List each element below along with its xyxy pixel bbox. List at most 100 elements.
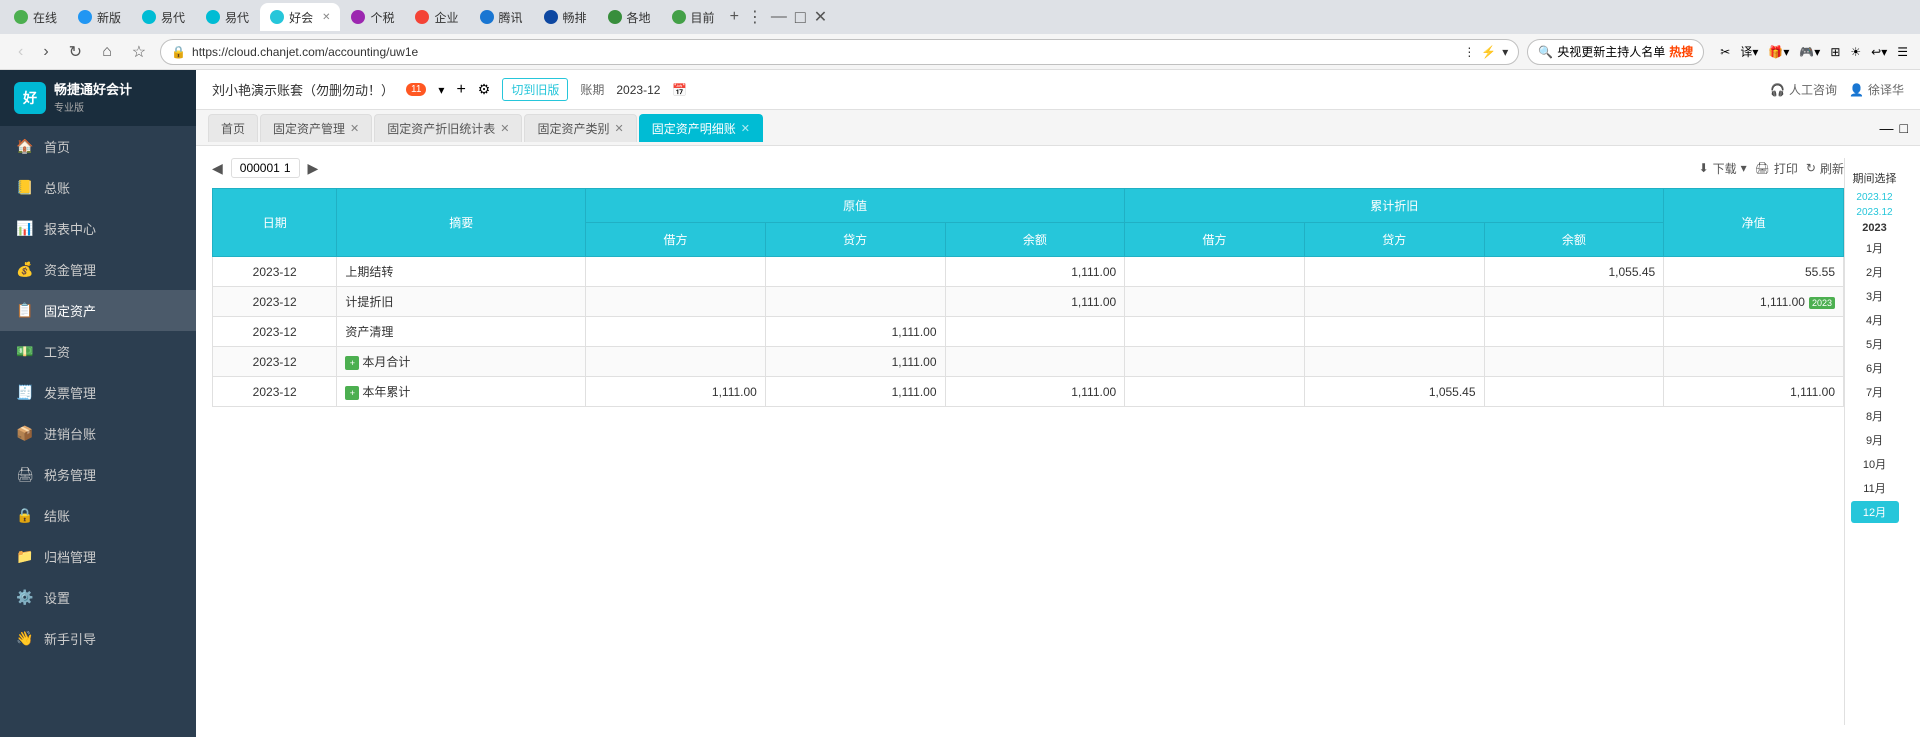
period-month-10[interactable]: 10月 [1851, 453, 1899, 475]
sidebar-item-发票管理[interactable]: 🧾发票管理 [0, 372, 196, 413]
period-month-7[interactable]: 7月 [1851, 381, 1899, 403]
print-btn[interactable]: 🖨 打印 [1755, 160, 1798, 177]
tab-maximize-btn[interactable]: □ [1900, 120, 1908, 136]
period-month-8[interactable]: 8月 [1851, 405, 1899, 427]
sidebar-item-总账[interactable]: 📒总账 [0, 167, 196, 208]
brightness-btn[interactable]: ☀ [1850, 45, 1861, 59]
download-icon: ⬇ [1699, 161, 1709, 175]
period-month-12[interactable]: 12月 [1851, 501, 1899, 523]
period-month-5[interactable]: 5月 [1851, 333, 1899, 355]
history-btn[interactable]: ↩▾ [1871, 45, 1887, 59]
period-month-6[interactable]: 6月 [1851, 357, 1899, 379]
sidebar-item-进销台账[interactable]: 📦进销台账 [0, 413, 196, 454]
table-row: 2023-12 资产清理 1,111.00 [213, 317, 1844, 347]
back-btn[interactable]: ‹ [12, 41, 29, 63]
page-id: 000001 [240, 161, 280, 175]
settings-btn[interactable]: ☰ [1897, 45, 1908, 59]
page-tab-4[interactable]: 固定资产明细账✕ [639, 114, 763, 142]
forward-btn[interactable]: › [37, 41, 54, 63]
new-tab-btn[interactable]: + [730, 8, 739, 26]
download-dropdown-icon[interactable]: ▾ [1741, 161, 1747, 175]
dropdown-account-icon[interactable]: ▾ [438, 83, 444, 97]
sidebar-item-资金管理[interactable]: 💰资金管理 [0, 249, 196, 290]
period-month-4[interactable]: 4月 [1851, 309, 1899, 331]
tab-menu-btn[interactable]: ⋮ [747, 7, 763, 27]
browser-tab-3[interactable]: 易代 [196, 3, 259, 31]
period-month-9[interactable]: 9月 [1851, 429, 1899, 451]
page-tab-1[interactable]: 固定资产管理✕ [260, 114, 372, 142]
home-btn[interactable]: ⌂ [96, 41, 118, 63]
cut-tool-btn[interactable]: ✂ [1720, 45, 1730, 59]
browser-tab-0[interactable]: 在线 [4, 3, 67, 31]
add-account-btn[interactable]: + [456, 81, 465, 99]
bookmark-btn[interactable]: ☆ [126, 40, 152, 64]
sidebar-item-结账[interactable]: 🔒结账 [0, 495, 196, 536]
sidebar-item-归档管理[interactable]: 📁归档管理 [0, 536, 196, 577]
refresh-btn[interactable]: ↻ 刷新 [1806, 160, 1844, 177]
menu-icon-0: 🏠 [16, 138, 34, 156]
search-bar[interactable]: 🔍 央视更新主持人名单 热搜 [1527, 39, 1704, 65]
cell-accum-balance-3 [1484, 347, 1664, 377]
tab-minimize-btn[interactable]: — [1880, 120, 1894, 136]
sidebar-menu: 🏠首页📒总账📊报表中心💰资金管理📋固定资产💵工资🧾发票管理📦进销台账🖨税务管理🔒… [0, 126, 196, 737]
game-btn[interactable]: 🎮▾ [1799, 45, 1820, 59]
calendar-icon[interactable]: 📅 [672, 83, 687, 97]
browser-tab-5[interactable]: 个税 [341, 3, 404, 31]
prev-page-btn[interactable]: ◀ [212, 160, 223, 177]
page-number: 000001 1 [231, 158, 300, 178]
ai-consult-btn[interactable]: 🎧 人工咨询 [1770, 81, 1837, 98]
sidebar-item-固定资产[interactable]: 📋固定资产 [0, 290, 196, 331]
download-btn[interactable]: ⬇ 下载 ▾ [1699, 160, 1747, 177]
menu-icon-6: 🧾 [16, 384, 34, 402]
page-tab-3[interactable]: 固定资产类别✕ [524, 114, 636, 142]
cell-accum-credit-1 [1304, 287, 1484, 317]
menu-label-7: 进销台账 [44, 424, 96, 443]
right-panel: 期间选择 2023.12 2023.12 20231月2月3月4月5月6月7月8… [1844, 158, 1904, 725]
period-month-11[interactable]: 11月 [1851, 477, 1899, 499]
minimize-btn[interactable]: — [771, 8, 787, 26]
cell-accum-debit-0 [1125, 257, 1305, 287]
tab-bar: 在线新版易代易代好会✕个税企业腾讯畅排各地目前 + ⋮ — □ ✕ [0, 0, 1920, 34]
grid-btn[interactable]: ⊞ [1830, 45, 1840, 59]
maximize-btn[interactable]: □ [795, 7, 806, 28]
page-tab-2[interactable]: 固定资产折旧统计表✕ [374, 114, 522, 142]
browser-tab-4[interactable]: 好会✕ [260, 3, 340, 31]
period-month-1[interactable]: 1月 [1851, 237, 1899, 259]
sidebar-item-税务管理[interactable]: 🖨税务管理 [0, 454, 196, 495]
browser-tab-10[interactable]: 目前 [662, 3, 725, 31]
page-tab-close-4[interactable]: ✕ [741, 122, 750, 135]
sidebar-item-报表中心[interactable]: 📊报表中心 [0, 208, 196, 249]
refresh-nav-btn[interactable]: ↻ [63, 40, 88, 64]
close-btn[interactable]: ✕ [814, 7, 827, 27]
menu-icon-2: 📊 [16, 220, 34, 238]
sidebar-item-设置[interactable]: ⚙️设置 [0, 577, 196, 618]
cell-date-3: 2023-12 [213, 347, 337, 377]
address-bar[interactable]: 🔒 https://cloud.chanjet.com/accounting/u… [160, 39, 1519, 65]
browser-tab-9[interactable]: 各地 [598, 3, 661, 31]
sidebar-item-首页[interactable]: 🏠首页 [0, 126, 196, 167]
page-tab-close-2[interactable]: ✕ [500, 122, 509, 135]
cell-orig-balance-0: 1,111.00 [945, 257, 1125, 287]
browser-tab-8[interactable]: 畅排 [534, 3, 597, 31]
period-month-3[interactable]: 3月 [1851, 285, 1899, 307]
sidebar-item-工资[interactable]: 💵工资 [0, 331, 196, 372]
settings-account-btn[interactable]: ⚙ [478, 81, 491, 98]
browser-tab-7[interactable]: 腾讯 [470, 3, 533, 31]
browser-menu-icon[interactable]: ⋮ [1463, 45, 1475, 59]
browser-tab-2[interactable]: 易代 [132, 3, 195, 31]
next-page-btn[interactable]: ▶ [308, 160, 319, 177]
cell-orig-balance-3 [945, 347, 1125, 377]
print-label: 打印 [1774, 160, 1798, 177]
version-switch-btn[interactable]: 切到旧版 [502, 78, 568, 101]
period-month-2[interactable]: 2月 [1851, 261, 1899, 283]
page-tab-close-1[interactable]: ✕ [350, 122, 359, 135]
gift-btn[interactable]: 🎁▾ [1768, 45, 1789, 59]
sidebar-item-新手引导[interactable]: 👋新手引导 [0, 618, 196, 659]
browser-tab-6[interactable]: 企业 [405, 3, 468, 31]
dropdown-icon[interactable]: ▾ [1502, 45, 1508, 59]
translate-btn[interactable]: 译▾ [1740, 43, 1758, 60]
period-selected-header: 2023.12 [1856, 192, 1892, 203]
page-tab-close-3[interactable]: ✕ [615, 122, 624, 135]
browser-tab-1[interactable]: 新版 [68, 3, 131, 31]
page-tab-0[interactable]: 首页 [208, 114, 258, 142]
